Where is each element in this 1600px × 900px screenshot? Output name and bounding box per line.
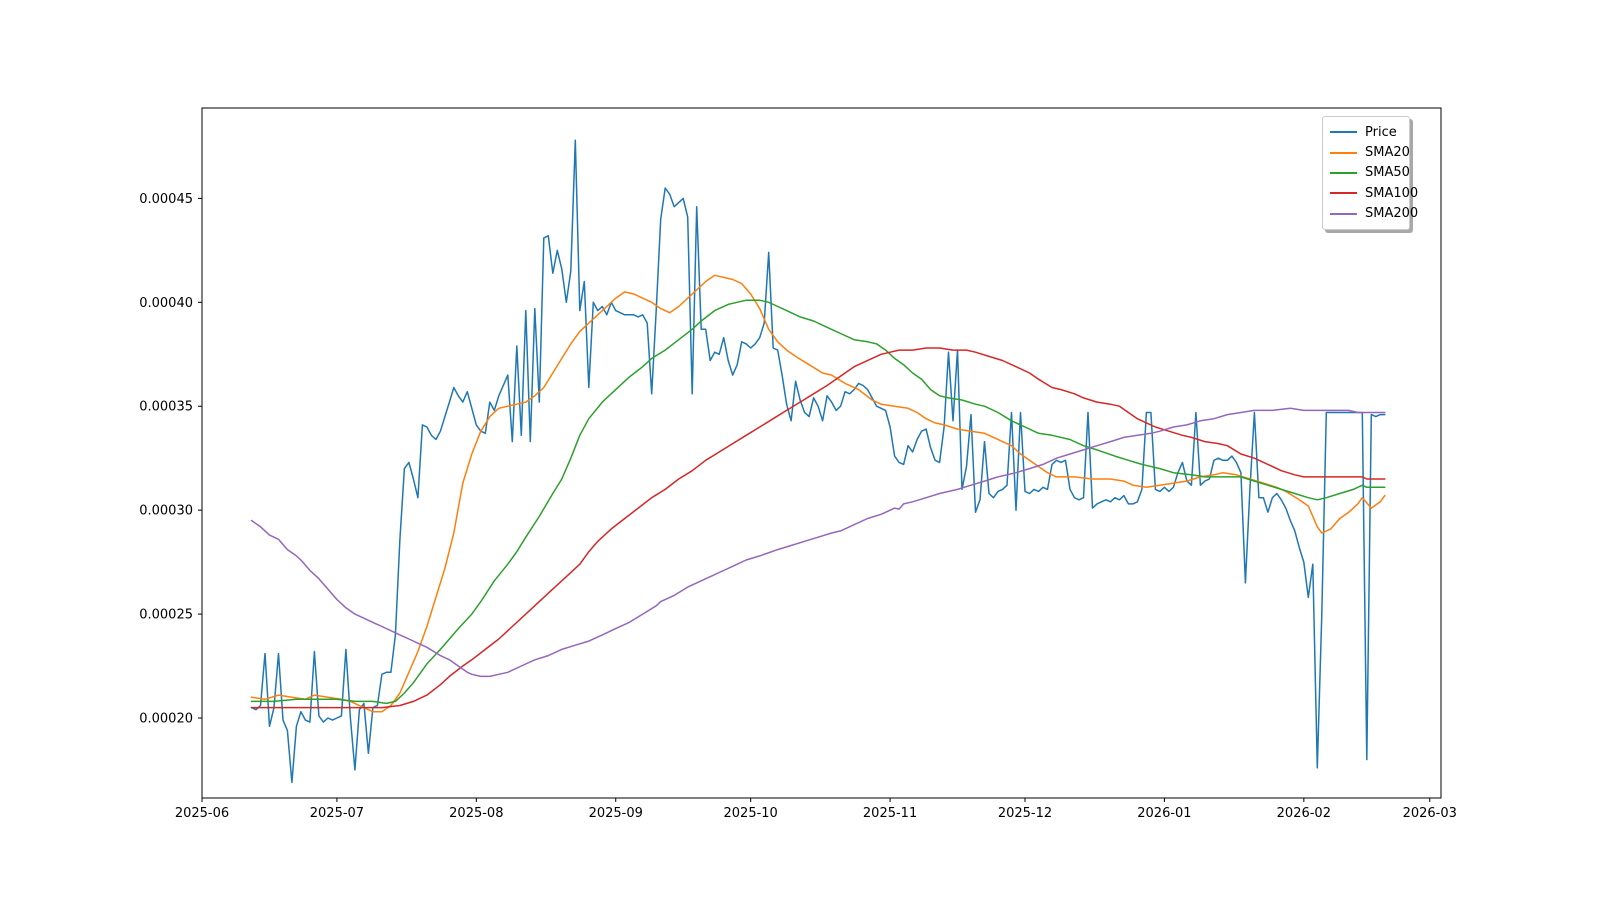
legend-item-sma20: SMA20 (1330, 142, 1410, 162)
legend-label-sma50: SMA50 (1365, 165, 1410, 181)
y-tick-label: 0.00045 (139, 192, 193, 207)
legend: Price SMA20 SMA50 SMA100 SMA200 (1322, 116, 1418, 230)
x-tick-label: 2026-02 (1277, 806, 1331, 821)
chart-figure: 2025-06 2025-07 2025-08 2025-09 2025-10 2025-… (0, 0, 1600, 900)
x-tick-label: 2025-12 (998, 806, 1052, 821)
legend-item-sma100: SMA100 (1330, 183, 1418, 203)
x-tick-label: 2025-11 (863, 806, 917, 821)
x-tick-label: 2026-01 (1137, 806, 1191, 821)
x-tick-label: 2025-09 (589, 806, 643, 821)
y-tick-label: 0.00035 (139, 400, 193, 415)
y-tick-label: 0.00025 (139, 608, 193, 623)
x-tick-label: 2026-03 (1403, 806, 1457, 821)
sma200-line-swatch (1330, 212, 1357, 215)
x-tick-label: 2025-07 (310, 806, 364, 821)
legend-label-sma200: SMA200 (1365, 206, 1419, 222)
legend-item-sma50: SMA50 (1330, 163, 1410, 183)
y-tick-label: 0.00030 (139, 504, 193, 519)
price-line (250, 139, 1386, 784)
x-tick-label: 2025-06 (175, 806, 229, 821)
price-line-swatch (1330, 131, 1357, 134)
sma20-line-swatch (1330, 151, 1357, 154)
x-tick-label: 2025-10 (724, 806, 778, 821)
y-tick-label: 0.00020 (139, 711, 193, 726)
legend-label-sma20: SMA20 (1365, 145, 1410, 161)
axes-frame (201, 107, 1442, 799)
sma20-line (250, 274, 1386, 713)
sma50-line-swatch (1330, 171, 1357, 174)
legend-item-price: Price (1330, 122, 1402, 142)
sma100-line-swatch (1330, 192, 1357, 195)
sma100-line (250, 347, 1386, 709)
legend-label-sma100: SMA100 (1365, 185, 1419, 201)
legend-label-price: Price (1365, 124, 1397, 140)
x-tick-label: 2025-08 (449, 806, 503, 821)
y-tick-label: 0.00040 (139, 296, 193, 311)
legend-item-sma200: SMA200 (1330, 204, 1418, 224)
